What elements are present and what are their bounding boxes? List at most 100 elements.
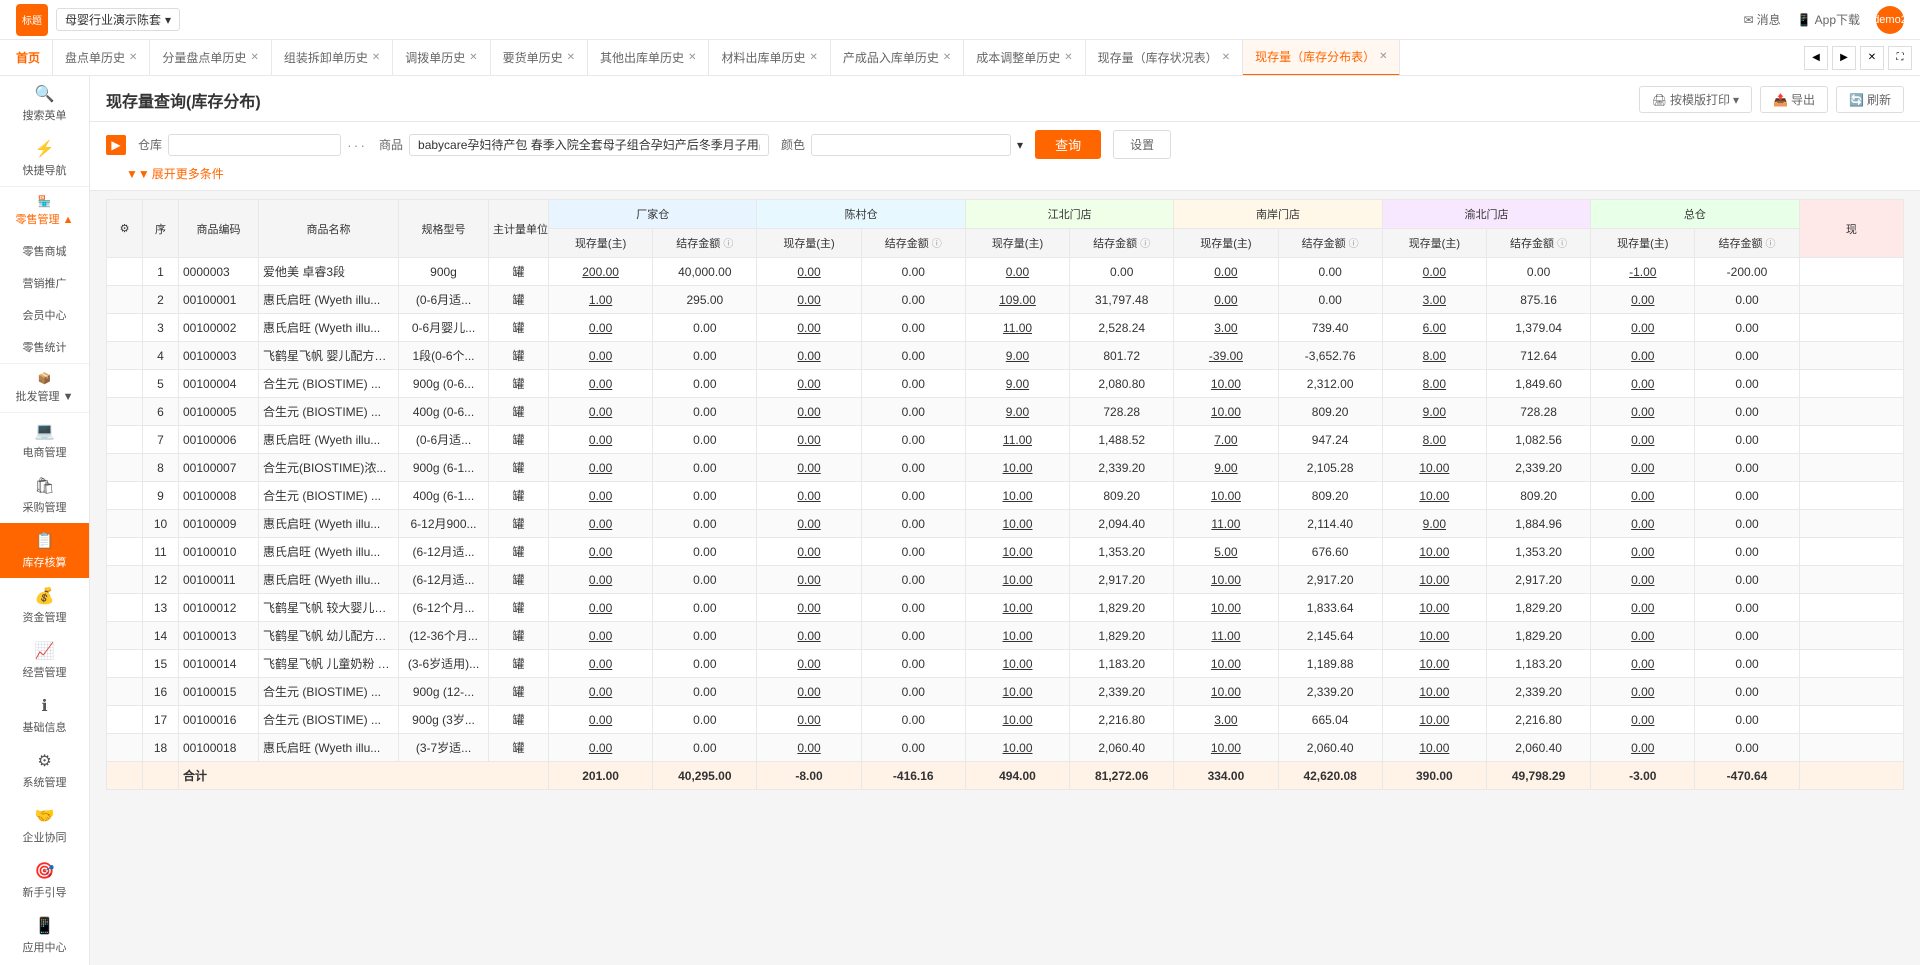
row-cm-qty[interactable]: 0.00 [757, 454, 861, 482]
app-download-btn[interactable]: 📱 App下载 [1797, 11, 1860, 28]
row-cm-qty[interactable]: 0.00 [757, 510, 861, 538]
tab-close-9[interactable]: ✕ [1064, 52, 1072, 63]
jiangbei-amt-info[interactable]: ⓘ [1140, 239, 1150, 250]
row-na-qty[interactable]: 10.00 [1174, 566, 1278, 594]
row-na-qty[interactable]: 10.00 [1174, 398, 1278, 426]
message-btn[interactable]: ✉ 消息 [1744, 11, 1781, 28]
row-jb-qty[interactable]: 9.00 [965, 342, 1069, 370]
row-yb-qty[interactable]: 10.00 [1382, 706, 1486, 734]
print-btn[interactable]: 🖨 按模版打印 ▾ [1639, 86, 1752, 113]
tab-close-6[interactable]: ✕ [688, 52, 696, 63]
row-yb-qty[interactable]: 6.00 [1382, 314, 1486, 342]
row-cm-qty[interactable]: 0.00 [757, 314, 861, 342]
row-f-qty[interactable]: 0.00 [549, 706, 653, 734]
sidebar-item-marketing[interactable]: 营销推广 [0, 267, 89, 299]
row-jb-qty[interactable]: 9.00 [965, 370, 1069, 398]
row-na-qty[interactable]: 0.00 [1174, 286, 1278, 314]
warehouse-input[interactable] [168, 134, 341, 156]
row-cm-qty[interactable]: 0.00 [757, 706, 861, 734]
row-yb-qty[interactable]: 10.00 [1382, 622, 1486, 650]
tab-9[interactable]: 成本调整单历史 ✕ [964, 40, 1085, 76]
sidebar-item-guide[interactable]: 🎯 新手引导 [0, 853, 89, 908]
row-cm-qty[interactable]: 0.00 [757, 398, 861, 426]
row-cm-qty[interactable]: 0.00 [757, 594, 861, 622]
row-jb-qty[interactable]: 10.00 [965, 650, 1069, 678]
tab-close-11[interactable]: ✕ [1379, 51, 1387, 62]
row-yb-qty[interactable]: 10.00 [1382, 650, 1486, 678]
row-t-qty[interactable]: 0.00 [1591, 454, 1695, 482]
row-jb-qty[interactable]: 0.00 [965, 258, 1069, 286]
filter-expand-btn[interactable]: ▼▼ 展开更多条件 [126, 165, 1904, 182]
tab-4[interactable]: 调拨单历史 ✕ [393, 40, 490, 76]
tab-close-4[interactable]: ✕ [469, 52, 477, 63]
row-na-qty[interactable]: -39.00 [1174, 342, 1278, 370]
row-yb-qty[interactable]: 10.00 [1382, 594, 1486, 622]
row-cm-qty[interactable]: 0.00 [757, 678, 861, 706]
tab-7[interactable]: 材料出库单历史 ✕ [709, 40, 830, 76]
avatar[interactable]: demo2 [1876, 6, 1904, 34]
row-yb-qty[interactable]: 0.00 [1382, 258, 1486, 286]
row-f-qty[interactable]: 0.00 [549, 342, 653, 370]
row-jb-qty[interactable]: 10.00 [965, 594, 1069, 622]
row-jb-qty[interactable]: 10.00 [965, 538, 1069, 566]
sidebar-item-wholesale[interactable]: 📦 批发管理 ▼ [0, 364, 89, 412]
row-na-qty[interactable]: 11.00 [1174, 510, 1278, 538]
row-yb-qty[interactable]: 8.00 [1382, 426, 1486, 454]
row-t-qty[interactable]: 0.00 [1591, 370, 1695, 398]
tab-5[interactable]: 要货单历史 ✕ [491, 40, 588, 76]
row-na-qty[interactable]: 0.00 [1174, 258, 1278, 286]
warehouse-ellipsis[interactable]: ··· [347, 137, 367, 153]
search-btn[interactable]: 查询 [1035, 130, 1101, 159]
sidebar-item-inventory[interactable]: 📋 库存核算 [0, 523, 89, 578]
row-jb-qty[interactable]: 10.00 [965, 734, 1069, 762]
row-na-qty[interactable]: 10.00 [1174, 650, 1278, 678]
sidebar-item-member[interactable]: 会员中心 [0, 299, 89, 331]
row-t-qty[interactable]: 0.00 [1591, 622, 1695, 650]
sidebar-item-ecommerce[interactable]: 💻 电商管理 [0, 413, 89, 468]
tab-close-all-btn[interactable]: ✕ [1860, 46, 1884, 70]
row-jb-qty[interactable]: 10.00 [965, 678, 1069, 706]
yubei-amt-info[interactable]: ⓘ [1557, 239, 1567, 250]
tab-close-5[interactable]: ✕ [567, 52, 575, 63]
row-na-qty[interactable]: 10.00 [1174, 678, 1278, 706]
tab-3[interactable]: 组装拆卸单历史 ✕ [272, 40, 393, 76]
row-cm-qty[interactable]: 0.00 [757, 370, 861, 398]
row-f-qty[interactable]: 0.00 [549, 398, 653, 426]
row-f-qty[interactable]: 0.00 [549, 650, 653, 678]
tab-close-7[interactable]: ✕ [809, 52, 817, 63]
row-jb-qty[interactable]: 10.00 [965, 482, 1069, 510]
row-t-qty[interactable]: 0.00 [1591, 678, 1695, 706]
row-cm-qty[interactable]: 0.00 [757, 734, 861, 762]
row-cm-qty[interactable]: 0.00 [757, 286, 861, 314]
sidebar-item-retail-stats[interactable]: 零售统计 [0, 331, 89, 363]
tab-close-1[interactable]: ✕ [129, 52, 137, 63]
row-f-qty[interactable]: 0.00 [549, 426, 653, 454]
row-cm-qty[interactable]: 0.00 [757, 538, 861, 566]
row-f-qty[interactable]: 0.00 [549, 314, 653, 342]
gear-header[interactable]: ⚙ [107, 200, 143, 258]
goods-input[interactable] [409, 134, 769, 156]
tab-11[interactable]: 现存量（库存分布表） ✕ [1243, 40, 1400, 76]
row-yb-qty[interactable]: 10.00 [1382, 566, 1486, 594]
row-t-qty[interactable]: 0.00 [1591, 482, 1695, 510]
tab-10[interactable]: 现存量（库存状况表） ✕ [1086, 40, 1243, 76]
row-t-qty[interactable]: 0.00 [1591, 734, 1695, 762]
row-f-qty[interactable]: 0.00 [549, 566, 653, 594]
sidebar-item-nav[interactable]: ⚡ 快捷导航 [0, 131, 89, 186]
row-f-qty[interactable]: 0.00 [549, 678, 653, 706]
tab-close-2[interactable]: ✕ [250, 52, 258, 63]
row-f-qty[interactable]: 0.00 [549, 734, 653, 762]
row-t-qty[interactable]: 0.00 [1591, 286, 1695, 314]
row-na-qty[interactable]: 3.00 [1174, 706, 1278, 734]
row-f-qty[interactable]: 0.00 [549, 454, 653, 482]
row-f-qty[interactable]: 0.00 [549, 370, 653, 398]
color-input[interactable] [811, 134, 1011, 156]
row-f-qty[interactable]: 0.00 [549, 538, 653, 566]
row-na-qty[interactable]: 10.00 [1174, 482, 1278, 510]
tab-home[interactable]: 首页 [4, 40, 53, 76]
row-t-qty[interactable]: -1.00 [1591, 258, 1695, 286]
sidebar-item-system[interactable]: ⚙ 系统管理 [0, 743, 89, 798]
row-t-qty[interactable]: 0.00 [1591, 650, 1695, 678]
row-cm-qty[interactable]: 0.00 [757, 650, 861, 678]
row-jb-qty[interactable]: 10.00 [965, 510, 1069, 538]
